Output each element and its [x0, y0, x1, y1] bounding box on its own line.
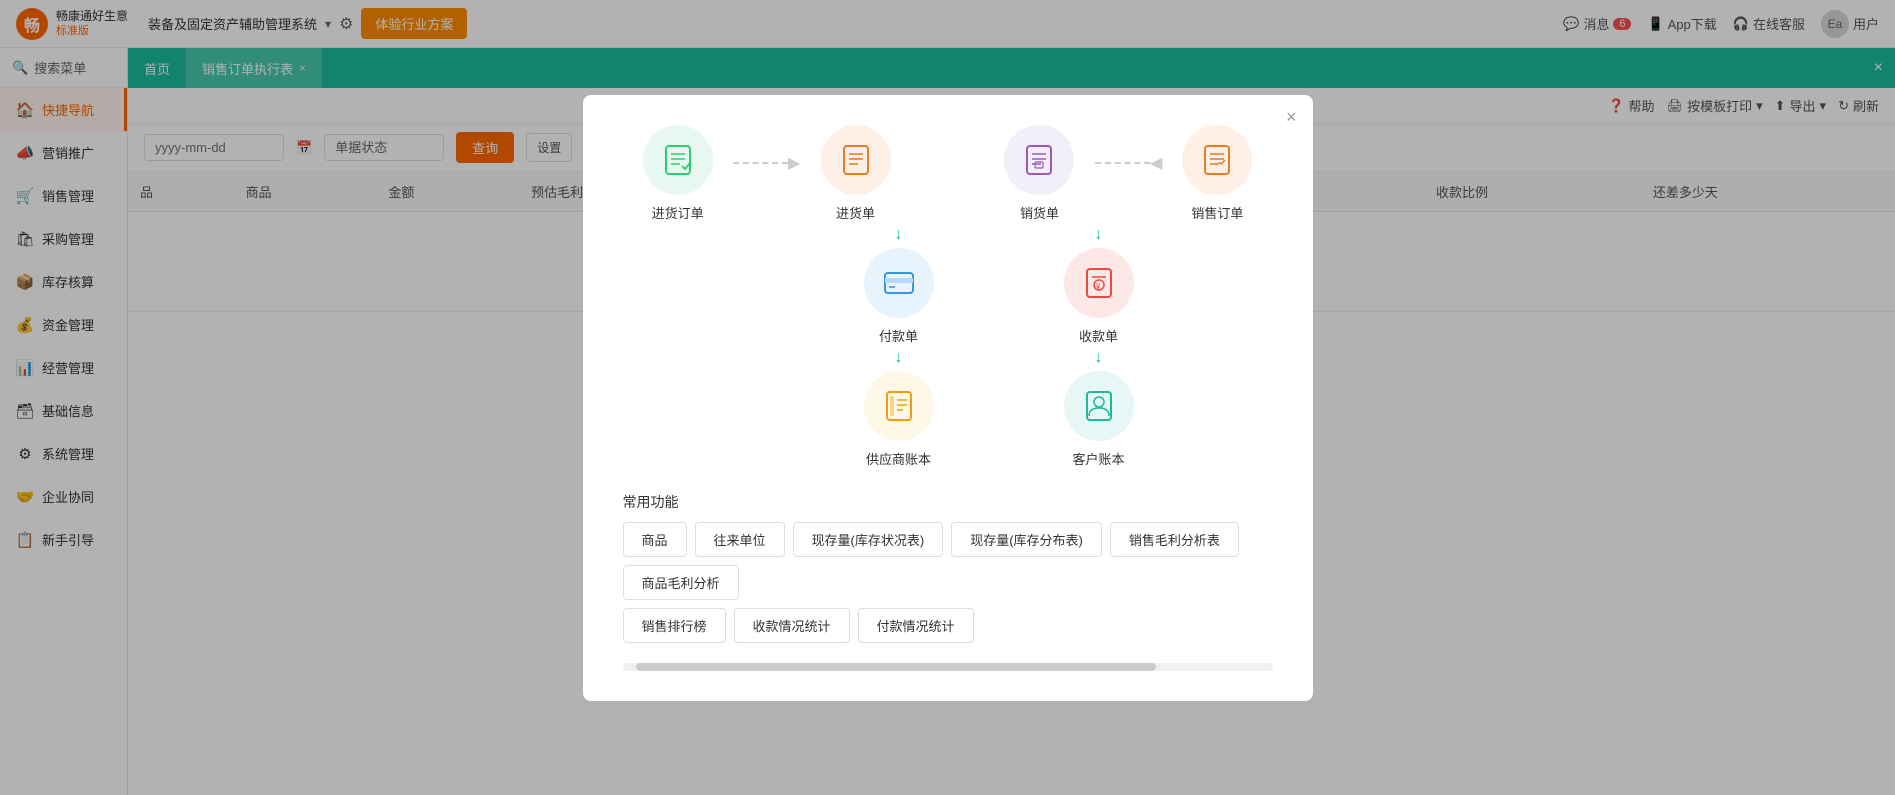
supplier-ledger-label: 供应商账本: [866, 449, 931, 468]
modal-scrollbar[interactable]: [623, 663, 1273, 671]
purchase-bill-circle[interactable]: [821, 125, 891, 195]
down-arrow-receipt: ↓: [1039, 349, 1159, 367]
sales-order-circle[interactable]: [1182, 125, 1252, 195]
modal-close-btn[interactable]: ×: [1286, 107, 1297, 128]
svg-text:¥: ¥: [1095, 282, 1101, 291]
flow-item-payment-bill[interactable]: 付款单: [839, 248, 959, 345]
arrow-left-1: ▶: [1150, 153, 1162, 173]
receipt-bill-label: 收款单: [1079, 326, 1118, 345]
arrow-right-1: ▶: [788, 153, 800, 173]
sales-bill-circle[interactable]: [1004, 125, 1074, 195]
app-wrapper: 畅 畅康通好生意 标准版 装备及固定资产辅助管理系统 ▾ ⚙ 体验行业方案 💬 …: [0, 0, 1895, 795]
down-arrow-icon-2: ↓: [1095, 226, 1103, 243]
down-arrow-payment: ↓: [839, 349, 959, 367]
common-btn-partner[interactable]: 往来单位: [695, 522, 785, 557]
modal-overlay[interactable]: × 进货订单 ▶: [0, 0, 1895, 795]
common-functions-title: 常用功能: [623, 492, 1273, 512]
purchase-order-circle[interactable]: [643, 125, 713, 195]
common-btn-inventory-status[interactable]: 现存量(库存状况表): [793, 522, 944, 557]
flow-item-receipt-bill[interactable]: ¥ 收款单: [1039, 248, 1159, 345]
flow-item-customer-ledger[interactable]: 客户账本: [1039, 371, 1159, 468]
common-functions-section: 常用功能 商品 往来单位 现存量(库存状况表) 现存量(库存分布表) 销售毛利分…: [623, 492, 1273, 643]
common-buttons-row-2: 销售排行榜 收款情况统计 付款情况统计: [623, 608, 1273, 643]
purchase-bill-label: 进货单: [836, 203, 875, 222]
common-btn-product[interactable]: 商品: [623, 522, 687, 557]
receipt-bill-circle[interactable]: ¥: [1064, 248, 1134, 318]
common-btn-sales-ranking[interactable]: 销售排行榜: [623, 608, 726, 643]
customer-ledger-circle[interactable]: [1064, 371, 1134, 441]
down-arrow-icon-3: ↓: [895, 349, 903, 366]
flow-item-sales-order[interactable]: 销售订单: [1162, 125, 1272, 222]
down-arrow-sales-bill: ↓: [1039, 226, 1159, 244]
arrow-purchase-order-to-bill: [733, 162, 788, 164]
customer-ledger-label: 客户账本: [1072, 449, 1124, 468]
arrow-sales-order-to-bill: [1095, 162, 1150, 164]
supplier-ledger-circle[interactable]: [864, 371, 934, 441]
common-btn-product-profit[interactable]: 商品毛利分析: [623, 565, 739, 600]
common-btn-sales-profit[interactable]: 销售毛利分析表: [1110, 522, 1239, 557]
flow-item-supplier-ledger[interactable]: 供应商账本: [839, 371, 959, 468]
common-btn-inventory-dist[interactable]: 现存量(库存分布表): [951, 522, 1102, 557]
flow-modal: × 进货订单 ▶: [583, 95, 1313, 701]
sales-bill-label: 销货单: [1020, 203, 1059, 222]
down-arrow-icon-1: ↓: [895, 226, 903, 243]
down-arrow-purchase-bill: ↓: [839, 226, 959, 244]
down-arrow-icon-4: ↓: [1095, 349, 1103, 366]
common-buttons-row-1: 商品 往来单位 现存量(库存状况表) 现存量(库存分布表) 销售毛利分析表 商品…: [623, 522, 1273, 600]
sales-order-label: 销售订单: [1191, 203, 1243, 222]
common-btn-payment-stats[interactable]: 付款情况统计: [858, 608, 974, 643]
flow-item-purchase-bill[interactable]: 进货单: [800, 125, 910, 222]
common-btn-receipt-stats[interactable]: 收款情况统计: [734, 608, 850, 643]
flow-item-sales-bill[interactable]: 销货单: [984, 125, 1094, 222]
payment-bill-label: 付款单: [879, 326, 918, 345]
payment-bill-circle[interactable]: [864, 248, 934, 318]
flow-item-purchase-order[interactable]: 进货订单: [623, 125, 733, 222]
purchase-order-label: 进货订单: [652, 203, 704, 222]
modal-scrollbar-thumb: [636, 663, 1156, 671]
flow-diagram: 进货订单 ▶ 进货单: [623, 125, 1273, 468]
